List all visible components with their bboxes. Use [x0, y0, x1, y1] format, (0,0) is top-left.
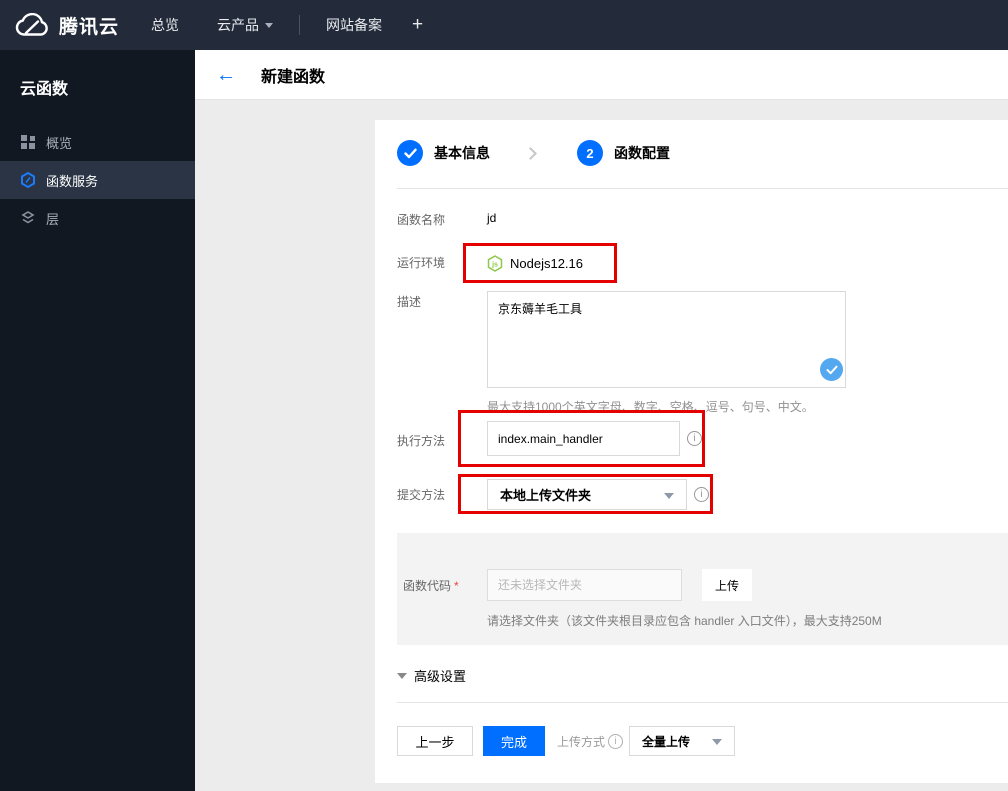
- submit-method-select[interactable]: 本地上传文件夹: [487, 478, 687, 510]
- submit-method-annotation-box: 本地上传文件夹: [458, 474, 713, 514]
- submit-method-label: 提交方法: [397, 488, 446, 502]
- upload-mode: 上传方式: [557, 733, 624, 750]
- page-header: ← 新建函数: [195, 50, 1008, 100]
- main-area: ← 新建函数 基本信息 2 函数配置 函数名称 jd 运行环境 js Nodej…: [195, 50, 1008, 791]
- chevron-down-icon: [712, 739, 723, 745]
- brand-name: 腾讯云: [59, 16, 120, 38]
- finish-button[interactable]: 完成: [483, 726, 545, 756]
- content-area: 基本信息 2 函数配置 函数名称 jd 运行环境 js Nodejs12.16 …: [195, 100, 1008, 791]
- sidebar-title: 云函数: [20, 81, 69, 98]
- back-arrow-icon[interactable]: ←: [216, 65, 236, 85]
- tencent-cloud-logo[interactable]: 腾讯云: [14, 12, 119, 39]
- function-code-panel: 函数代码* 上传 请选择文件夹（该文件夹根目录应包含 handler 入口文件）…: [397, 533, 1008, 645]
- runtime-annotation-box: js Nodejs12.16: [463, 243, 617, 283]
- info-icon[interactable]: [687, 431, 702, 446]
- submit-method-value: 本地上传文件夹: [500, 487, 592, 503]
- page-title: 新建函数: [261, 68, 326, 86]
- description-textarea[interactable]: 京东薅羊毛工具: [487, 291, 846, 388]
- cloud-logo-icon: [15, 12, 48, 36]
- sidebar-item-layers[interactable]: 层: [0, 199, 195, 237]
- previous-step-button[interactable]: 上一步: [397, 726, 473, 756]
- sidebar-item-label: 层: [46, 211, 60, 227]
- function-code-hint: 请选择文件夹（该文件夹根目录应包含 handler 入口文件），最大支持250M: [487, 614, 882, 628]
- grid-icon: [20, 134, 36, 150]
- create-function-card: 基本信息 2 函数配置 函数名称 jd 运行环境 js Nodejs12.16 …: [375, 120, 1008, 783]
- upload-mode-label: 上传方式: [557, 734, 606, 749]
- runtime-label: 运行环境: [397, 256, 446, 270]
- sidebar-item-label: 概览: [46, 135, 73, 151]
- upload-button[interactable]: 上传: [702, 569, 752, 601]
- divider: [397, 702, 1008, 703]
- runtime-value: Nodejs12.16: [510, 255, 583, 271]
- step-indicator: 基本信息 2 函数配置: [397, 140, 670, 166]
- valid-check-icon: [820, 358, 843, 381]
- nav-products[interactable]: 云产品: [217, 15, 274, 35]
- nav-products-label: 云产品: [217, 17, 260, 33]
- function-name-label: 函数名称: [397, 213, 446, 227]
- required-asterisk: *: [454, 579, 459, 593]
- sidebar-item-overview[interactable]: 概览: [0, 123, 195, 161]
- function-code-label-text: 函数代码: [403, 579, 452, 593]
- nodejs-icon: js: [487, 254, 503, 272]
- chevron-right-icon: [524, 146, 537, 160]
- function-code-label: 函数代码 *: [403, 577, 459, 594]
- chevron-down-icon: [265, 22, 274, 28]
- sidebar: 云函数 概览 函数服务 层: [0, 50, 195, 791]
- footer-actions: 上一步 完成 上传方式 全量上传: [397, 726, 736, 756]
- handler-input[interactable]: [487, 421, 680, 456]
- step1-check-icon: [397, 140, 423, 166]
- handler-label: 执行方法: [397, 434, 446, 448]
- handler-annotation-box: [458, 410, 705, 467]
- layers-icon: [20, 210, 36, 226]
- nav-add-tab-button[interactable]: +: [412, 14, 423, 36]
- nav-divider: [299, 15, 301, 35]
- sidebar-item-label: 函数服务: [46, 173, 99, 189]
- description-label: 描述: [397, 295, 422, 309]
- sidebar-item-function-service[interactable]: 函数服务: [0, 161, 195, 199]
- nav-beian[interactable]: 网站备案: [326, 15, 382, 35]
- step1-label: 基本信息: [434, 145, 490, 161]
- chevron-down-icon: [664, 492, 674, 499]
- step2-label: 函数配置: [614, 145, 670, 161]
- function-name-value: jd: [487, 211, 497, 225]
- upload-mode-value: 全量上传: [642, 734, 691, 749]
- divider: [397, 188, 1008, 189]
- step2-number: 2: [577, 140, 603, 166]
- folder-path-input[interactable]: [487, 569, 682, 601]
- advanced-settings-toggle[interactable]: 高级设置: [397, 666, 466, 685]
- info-icon[interactable]: [694, 486, 709, 502]
- nav-overview[interactable]: 总览: [151, 15, 179, 35]
- function-hexagon-icon: [20, 172, 36, 188]
- svg-text:js: js: [491, 261, 498, 268]
- upload-mode-select[interactable]: 全量上传: [629, 726, 736, 756]
- info-icon[interactable]: [608, 733, 624, 749]
- top-navbar: 腾讯云 总览 云产品 网站备案 +: [0, 0, 1008, 50]
- triangle-down-icon: [397, 672, 407, 679]
- advanced-settings-label: 高级设置: [414, 669, 467, 684]
